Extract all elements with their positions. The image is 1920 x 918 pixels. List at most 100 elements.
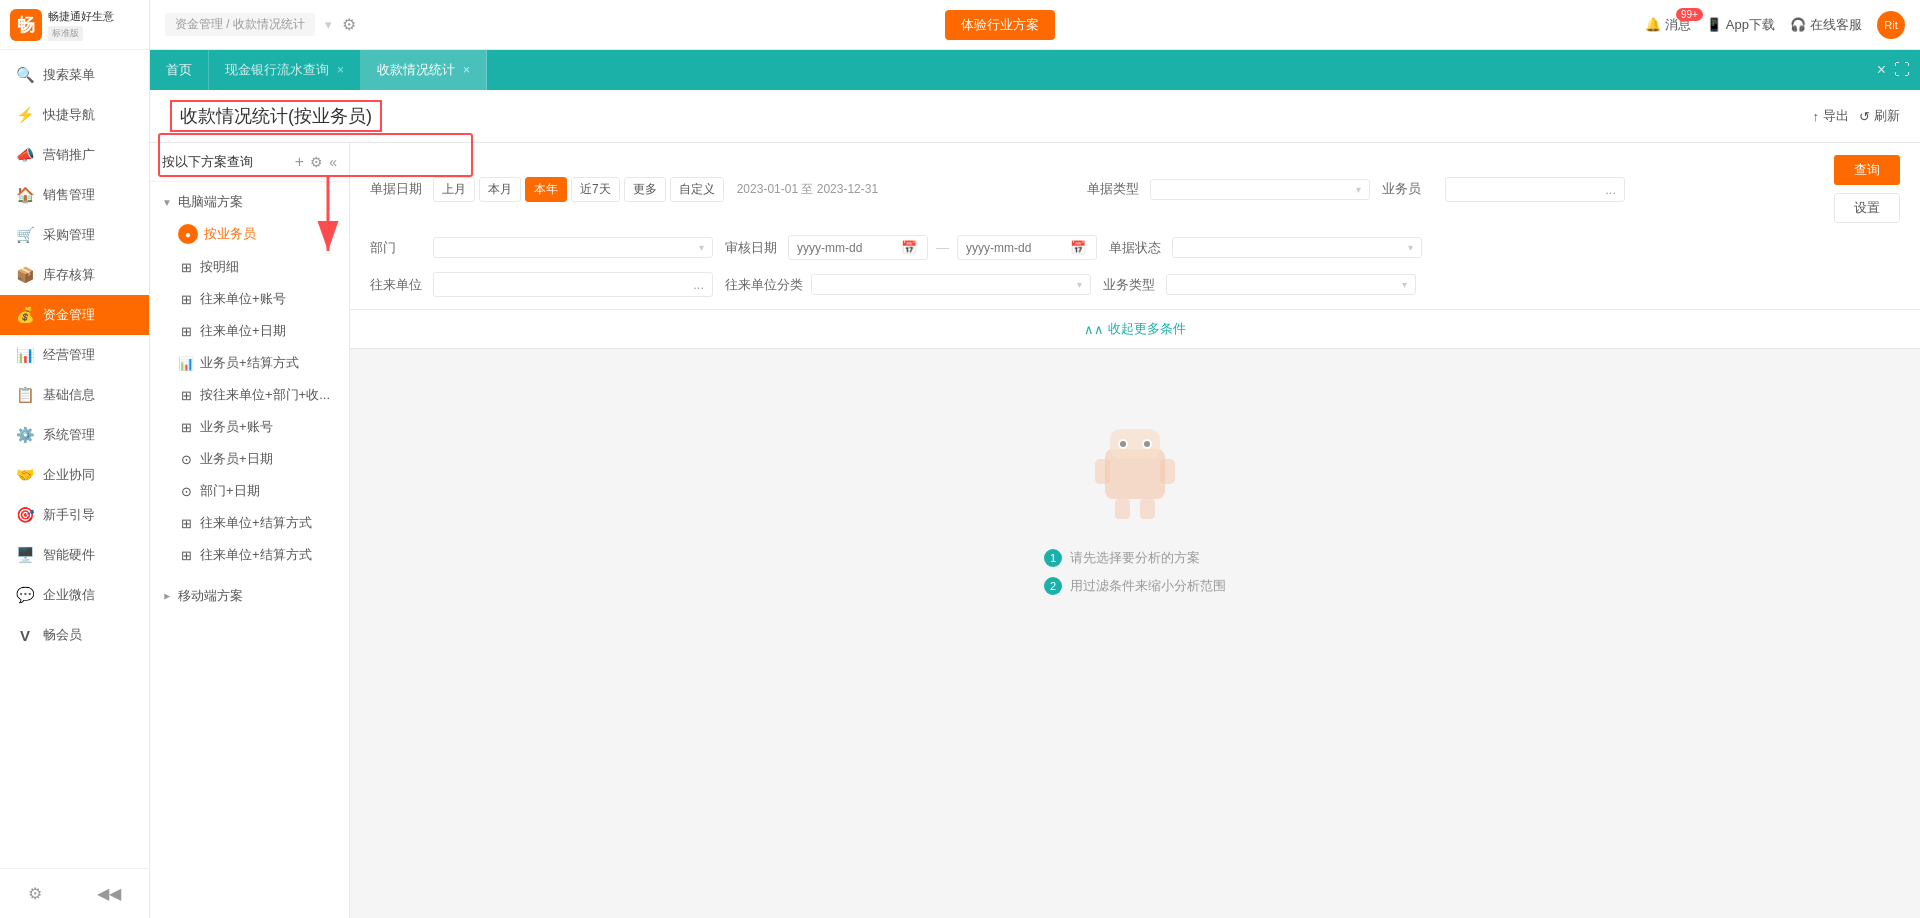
partner-select[interactable]: ... bbox=[433, 272, 713, 297]
salesman-more-btn[interactable]: ... bbox=[1605, 182, 1616, 197]
sidebar-item-search[interactable]: 🔍 搜索菜单 bbox=[0, 55, 149, 95]
sidebar-nav: 🔍 搜索菜单 ⚡ 快捷导航 📣 营销推广 🏠 销售管理 🛒 采购管理 📦 库存核… bbox=[0, 50, 149, 868]
collapse-sidebar-btn[interactable]: ◀◀ bbox=[92, 879, 126, 908]
settings-footer-btn[interactable]: ⚙ bbox=[23, 879, 47, 908]
audit-from-input[interactable] bbox=[797, 241, 897, 255]
collapse-panel-icon[interactable]: « bbox=[329, 154, 337, 170]
sidebar-item-finance[interactable]: 💰 资金管理 bbox=[0, 295, 149, 335]
audit-to-input[interactable] bbox=[966, 241, 1066, 255]
sidebar-label-purchase: 采购管理 bbox=[43, 226, 95, 244]
date-options-group: 上月 本月 本年 近7天 更多 自定义 bbox=[433, 177, 724, 202]
collapse-icon: ∧∧ bbox=[1084, 322, 1104, 337]
maximize-tab-btn[interactable]: ⛶ bbox=[1894, 61, 1910, 79]
svg-rect-2 bbox=[1160, 459, 1175, 484]
filter-salesman-item: 业务员 ... bbox=[1382, 177, 1625, 202]
biztype-select[interactable]: ▾ bbox=[1166, 274, 1416, 295]
scheme-item-dept-date[interactable]: ⊙ 部门+日期 bbox=[150, 475, 349, 507]
audit-date-from[interactable]: 📅 bbox=[788, 235, 928, 260]
filter-settings-btn[interactable]: 设置 bbox=[1834, 193, 1900, 223]
tabs-actions: × ⛶ bbox=[1867, 61, 1920, 79]
sidebar-label-basic: 基础信息 bbox=[43, 386, 95, 404]
sidebar-item-sales[interactable]: 🏠 销售管理 bbox=[0, 175, 149, 215]
export-icon: ↑ bbox=[1813, 109, 1820, 124]
tab-bank[interactable]: 现金银行流水查询 × bbox=[209, 50, 361, 90]
sidebar-item-smart-hw[interactable]: 🖥️ 智能硬件 bbox=[0, 535, 149, 575]
sidebar-item-wechat[interactable]: 💬 企业微信 bbox=[0, 575, 149, 615]
topbar-gear-icon[interactable]: ⚙ bbox=[342, 15, 356, 34]
mobile-group-arrow: ▼ bbox=[161, 591, 172, 601]
calendar-to-icon[interactable]: 📅 bbox=[1070, 240, 1086, 255]
collapse-filter-btn[interactable]: ∧∧ 收起更多条件 bbox=[1084, 320, 1186, 338]
docstatus-select[interactable]: ▾ bbox=[1172, 237, 1422, 258]
scheme-item-by-salesman[interactable]: ● 按业务员 bbox=[150, 217, 349, 251]
filter-row-1: 单据日期 上月 本月 本年 近7天 更多 自定义 2023-01-01 至 20… bbox=[370, 155, 1900, 223]
filter-audit-item: 审核日期 📅 — 📅 bbox=[725, 235, 1097, 260]
sidebar-item-basic[interactable]: 📋 基础信息 bbox=[0, 375, 149, 415]
sidebar-item-inventory[interactable]: 📦 库存核算 bbox=[0, 255, 149, 295]
left-panel: 按以下方案查询 + ⚙ « ▼ 电脑端方案 ● bbox=[150, 143, 350, 918]
member-icon: V bbox=[15, 625, 35, 645]
scheme-group-mobile-title[interactable]: ▼ 移动端方案 bbox=[150, 581, 349, 611]
sidebar-item-enterprise[interactable]: 🤝 企业协同 bbox=[0, 455, 149, 495]
right-panel: 单据日期 上月 本月 本年 近7天 更多 自定义 2023-01-01 至 20… bbox=[350, 143, 1920, 918]
scheme-item-partner-settle2[interactable]: ⊞ 往来单位+结算方式 bbox=[150, 539, 349, 571]
date-btn-7days[interactable]: 近7天 bbox=[571, 177, 620, 202]
tab-bank-close[interactable]: × bbox=[337, 63, 344, 77]
tab-receipt-close[interactable]: × bbox=[463, 63, 470, 77]
scheme-item-salesman-date[interactable]: ⊙ 业务员+日期 bbox=[150, 443, 349, 475]
pc-group-arrow: ▼ bbox=[162, 197, 172, 208]
filter-action-btns: 查询 设置 bbox=[1834, 155, 1900, 223]
calendar-from-icon[interactable]: 📅 bbox=[901, 240, 917, 255]
partner-account-icon: ⊞ bbox=[178, 291, 194, 307]
date-btn-more[interactable]: 更多 bbox=[624, 177, 666, 202]
scheme-item-partner-date[interactable]: ⊞ 往来单位+日期 bbox=[150, 315, 349, 347]
scheme-item-partner-date-label: 往来单位+日期 bbox=[200, 322, 286, 340]
date-btn-custom[interactable]: 自定义 bbox=[670, 177, 724, 202]
add-scheme-btn[interactable]: + bbox=[295, 153, 304, 171]
export-btn[interactable]: ↑ 导出 bbox=[1813, 107, 1850, 125]
query-btn[interactable]: 查询 bbox=[1834, 155, 1900, 185]
headset-icon: 🎧 bbox=[1790, 17, 1806, 32]
sidebar-item-marketing[interactable]: 📣 营销推广 bbox=[0, 135, 149, 175]
sidebar-item-guide[interactable]: 🎯 新手引导 bbox=[0, 495, 149, 535]
scheme-item-partner-account[interactable]: ⊞ 往来单位+账号 bbox=[150, 283, 349, 315]
tip-num-1: 1 bbox=[1044, 549, 1062, 567]
user-avatar[interactable]: Rit bbox=[1877, 11, 1905, 39]
sidebar-item-member[interactable]: V 畅会员 bbox=[0, 615, 149, 655]
close-tab-btn[interactable]: × bbox=[1877, 61, 1886, 79]
scheme-item-salesman-account[interactable]: ⊞ 业务员+账号 bbox=[150, 411, 349, 443]
scheme-item-partner-settle1[interactable]: ⊞ 往来单位+结算方式 bbox=[150, 507, 349, 539]
sidebar-item-business[interactable]: 📊 经营管理 bbox=[0, 335, 149, 375]
detail-icon: ⊞ bbox=[178, 259, 194, 275]
scheme-settings-icon[interactable]: ⚙ bbox=[310, 154, 323, 170]
salesman-select[interactable]: ... bbox=[1445, 177, 1625, 202]
scheme-item-by-detail[interactable]: ⊞ 按明细 bbox=[150, 251, 349, 283]
app-download-btn[interactable]: 📱 App下载 bbox=[1706, 16, 1775, 34]
online-service-btn[interactable]: 🎧 在线客服 bbox=[1790, 16, 1862, 34]
svg-rect-4 bbox=[1140, 499, 1155, 519]
refresh-icon: ↺ bbox=[1859, 109, 1870, 124]
scheme-item-salesman-settle-label: 业务员+结算方式 bbox=[200, 354, 299, 372]
partner-cat-select[interactable]: ▾ bbox=[811, 274, 1091, 295]
dept-select[interactable]: ▾ bbox=[433, 237, 713, 258]
scheme-item-partner-dept[interactable]: ⊞ 按往来单位+部门+收... bbox=[150, 379, 349, 411]
sidebar-item-quick-nav[interactable]: ⚡ 快捷导航 bbox=[0, 95, 149, 135]
message-btn[interactable]: 🔔 消息 99+ bbox=[1645, 16, 1691, 34]
trial-btn[interactable]: 体验行业方案 bbox=[945, 10, 1055, 40]
partner-more-btn[interactable]: ... bbox=[693, 277, 704, 292]
sidebar-item-system[interactable]: ⚙️ 系统管理 bbox=[0, 415, 149, 455]
scheme-item-salesman-settle[interactable]: 📊 业务员+结算方式 bbox=[150, 347, 349, 379]
date-btn-this-year[interactable]: 本年 bbox=[525, 177, 567, 202]
enterprise-icon: 🤝 bbox=[15, 465, 35, 485]
scheme-item-salesman-account-label: 业务员+账号 bbox=[200, 418, 273, 436]
date-btn-last-month[interactable]: 上月 bbox=[433, 177, 475, 202]
doctype-select[interactable]: ▾ bbox=[1150, 179, 1370, 200]
scheme-group-pc-title[interactable]: ▼ 电脑端方案 bbox=[150, 187, 349, 217]
refresh-btn[interactable]: ↺ 刷新 bbox=[1859, 107, 1900, 125]
date-btn-this-month[interactable]: 本月 bbox=[479, 177, 521, 202]
topbar-dropdown-arrow[interactable]: ▾ bbox=[325, 17, 332, 32]
tab-home[interactable]: 首页 bbox=[150, 50, 209, 90]
sidebar-item-purchase[interactable]: 🛒 采购管理 bbox=[0, 215, 149, 255]
audit-date-to[interactable]: 📅 bbox=[957, 235, 1097, 260]
tab-receipt[interactable]: 收款情况统计 × bbox=[361, 50, 487, 90]
